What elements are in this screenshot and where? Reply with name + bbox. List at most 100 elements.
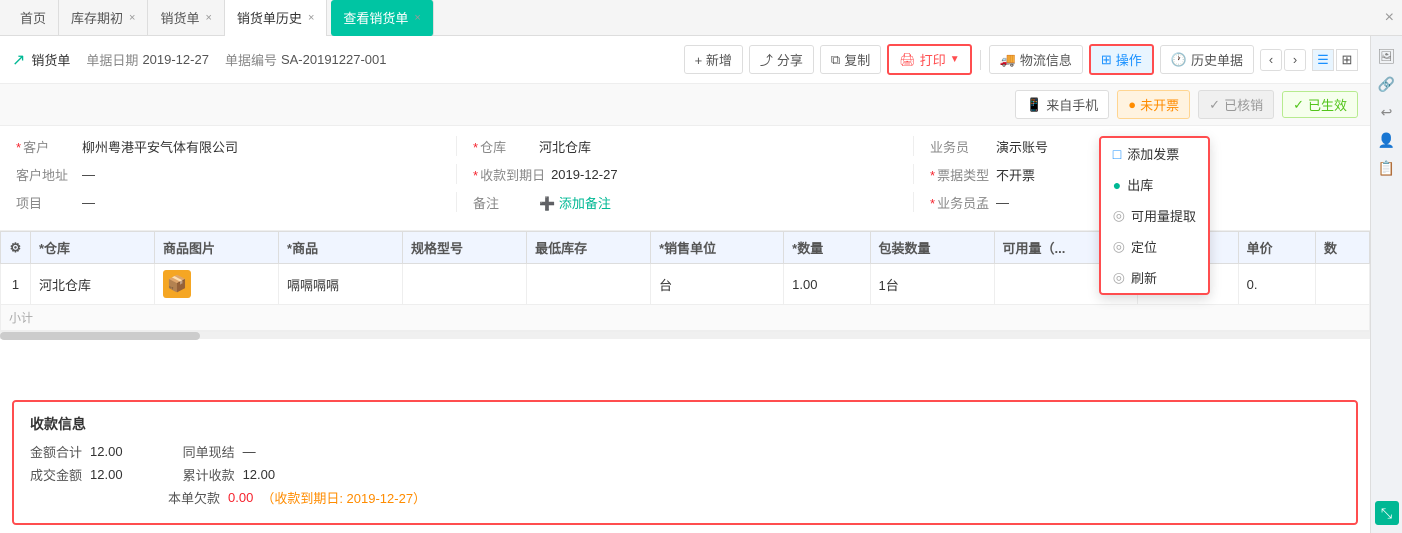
right-sidebar: 🖼 🔗 ↩ 👤 📋 ⤡ bbox=[1370, 36, 1402, 533]
row-price: 0. bbox=[1238, 264, 1315, 305]
refresh-label: 刷新 bbox=[1131, 268, 1157, 287]
sidebar-icon-link[interactable]: 🔗 bbox=[1375, 72, 1399, 96]
sidebar-icon-return[interactable]: ↩ bbox=[1375, 100, 1399, 124]
ticket-icon: ● bbox=[1128, 97, 1136, 112]
sidebar-icon-clipboard[interactable]: 📋 bbox=[1375, 156, 1399, 180]
form-date-value: 2019-12-27 bbox=[142, 52, 209, 67]
warehouse-value: 河北仓库 bbox=[539, 137, 591, 156]
print-dropdown-arrow: ▼ bbox=[950, 54, 960, 65]
tab-bar-close-button[interactable]: × bbox=[1385, 9, 1394, 27]
operation-button[interactable]: ⊞ 操作 bbox=[1089, 44, 1154, 75]
sidebar-icon-user[interactable]: 👤 bbox=[1375, 128, 1399, 152]
payment-title: 收款信息 bbox=[30, 414, 1340, 434]
grid-view-button[interactable]: ⊞ bbox=[1336, 49, 1358, 71]
col-price: 单价 bbox=[1238, 232, 1315, 264]
prev-button[interactable]: ‹ bbox=[1260, 49, 1282, 71]
tab-sales-order[interactable]: 销货单 × bbox=[148, 0, 224, 36]
col-qty: *数量 bbox=[784, 232, 870, 264]
payment-deal: 成交金额 12.00 bbox=[30, 465, 123, 484]
cumulative-value: 12.00 bbox=[243, 467, 276, 482]
view-toggle: ☰ ⊞ bbox=[1312, 49, 1358, 71]
not-open-label: 未开票 bbox=[1140, 95, 1179, 114]
customer-group: 客户 柳州粤港平安气体有限公司 bbox=[16, 137, 440, 156]
tab-sales-order-history-close[interactable]: × bbox=[308, 12, 314, 24]
col-extra: 数 bbox=[1315, 232, 1369, 264]
settle-label: 同单现结 bbox=[183, 442, 235, 461]
field-sep-2 bbox=[913, 136, 914, 156]
payment-row-3: 本单欠款 0.00 （收款到期日: 2019-12-27） bbox=[30, 488, 1340, 507]
tab-sales-order-history[interactable]: 销货单历史 × bbox=[225, 0, 327, 36]
form-title: ↗ 销货单 bbox=[12, 50, 70, 70]
history-button[interactable]: 🕐 历史单据 bbox=[1160, 45, 1254, 74]
form-no-value: SA-20191227-001 bbox=[281, 52, 387, 67]
from-mobile-button[interactable]: 📱 来自手机 bbox=[1015, 90, 1109, 119]
outbound-label: 出库 bbox=[1127, 175, 1153, 194]
share-button[interactable]: ⤴ 分享 bbox=[749, 45, 814, 74]
amount-label: 金额合计 bbox=[30, 442, 82, 461]
payment-settle: 同单现结 — bbox=[183, 442, 256, 461]
dropdown-refresh[interactable]: ◎ 刷新 bbox=[1101, 262, 1208, 293]
row-pack-qty: 1台 bbox=[870, 264, 994, 305]
add-label: + 新增 bbox=[695, 50, 732, 69]
tab-sales-order-close[interactable]: × bbox=[205, 12, 211, 24]
sidebar-icon-image[interactable]: 🖼 bbox=[1375, 44, 1399, 68]
payment-date-value: 2019-12-27 bbox=[551, 167, 618, 182]
tab-home-label: 首页 bbox=[20, 8, 46, 27]
row-min-stock bbox=[527, 264, 651, 305]
row-extra bbox=[1315, 264, 1369, 305]
tab-inventory-init[interactable]: 库存期初 × bbox=[59, 0, 148, 36]
confirm-icon-button[interactable]: ✓ 已核销 bbox=[1198, 90, 1274, 119]
dropdown-add-invoice[interactable]: □ 添加发票 bbox=[1101, 138, 1208, 169]
locate-label: 定位 bbox=[1131, 237, 1157, 256]
note-add-btn[interactable]: ➕ 添加备注 bbox=[539, 193, 611, 212]
dropdown-locate[interactable]: ◎ 定位 bbox=[1101, 231, 1208, 262]
row-no: 1 bbox=[1, 264, 31, 305]
tab-view-sales-order-close[interactable]: × bbox=[414, 12, 420, 24]
logistics-icon: 🚚 bbox=[1000, 52, 1016, 68]
dropdown-outbound[interactable]: ● 出库 bbox=[1101, 169, 1208, 200]
form-date-label: 单据日期 bbox=[86, 50, 138, 69]
deal-value: 12.00 bbox=[90, 467, 123, 482]
project-value: — bbox=[82, 195, 95, 210]
field-sep-3 bbox=[456, 164, 457, 184]
list-view-button[interactable]: ☰ bbox=[1312, 49, 1334, 71]
tab-home[interactable]: 首页 bbox=[8, 0, 59, 36]
print-button[interactable]: 🖨 打印 ▼ bbox=[887, 44, 971, 75]
deal-label: 成交金额 bbox=[30, 465, 82, 484]
payment-row-2: 成交金额 12.00 累计收款 12.00 bbox=[30, 465, 1340, 484]
product-thumbnail: 📦 bbox=[163, 270, 191, 298]
next-button[interactable]: › bbox=[1284, 49, 1306, 71]
form-no-group: 单据编号 SA-20191227-001 bbox=[225, 50, 387, 69]
tab-inventory-init-close[interactable]: × bbox=[129, 12, 135, 24]
logistics-button[interactable]: 🚚 物流信息 bbox=[989, 45, 1083, 74]
effective-label: 已生效 bbox=[1308, 95, 1347, 114]
col-unit: *销售单位 bbox=[651, 232, 784, 264]
mobile-icon: 📱 bbox=[1026, 97, 1042, 113]
due-value: 0.00 bbox=[228, 490, 253, 505]
outbound-icon: ● bbox=[1113, 177, 1121, 193]
scroll-thumb[interactable] bbox=[0, 332, 200, 340]
not-open-button[interactable]: ● 未开票 bbox=[1117, 90, 1190, 119]
payment-date-label: 收款到期日 bbox=[473, 165, 545, 184]
note-label: 备注 bbox=[473, 193, 533, 212]
add-button[interactable]: + 新增 bbox=[684, 45, 743, 74]
col-gear[interactable]: ⚙ bbox=[1, 232, 31, 264]
invoice-icon: □ bbox=[1113, 146, 1121, 162]
field-sep-4 bbox=[913, 164, 914, 184]
toolbar-divider bbox=[980, 50, 981, 70]
print-label: 打印 bbox=[920, 50, 946, 69]
share-label: 分享 bbox=[777, 50, 803, 69]
warehouse-label: 仓库 bbox=[473, 137, 533, 156]
amount-value: 12.00 bbox=[90, 444, 123, 459]
tab-view-sales-order[interactable]: 查看销货单 × bbox=[331, 0, 433, 36]
sidebar-icon-expand[interactable]: ⤡ bbox=[1375, 501, 1399, 525]
copy-button[interactable]: ⧉ 复制 bbox=[820, 45, 881, 74]
col-product-img: 商品图片 bbox=[155, 232, 279, 264]
tab-view-sales-order-label: 查看销货单 bbox=[343, 8, 408, 27]
dropdown-available-qty[interactable]: ◎ 可用量提取 bbox=[1101, 200, 1208, 231]
logistics-label: 物流信息 bbox=[1020, 50, 1072, 69]
print-icon: 🖨 bbox=[899, 52, 916, 68]
form-title-text: 销货单 bbox=[31, 50, 70, 69]
horizontal-scrollbar[interactable] bbox=[0, 331, 1370, 339]
history-label: 历史单据 bbox=[1191, 50, 1243, 69]
